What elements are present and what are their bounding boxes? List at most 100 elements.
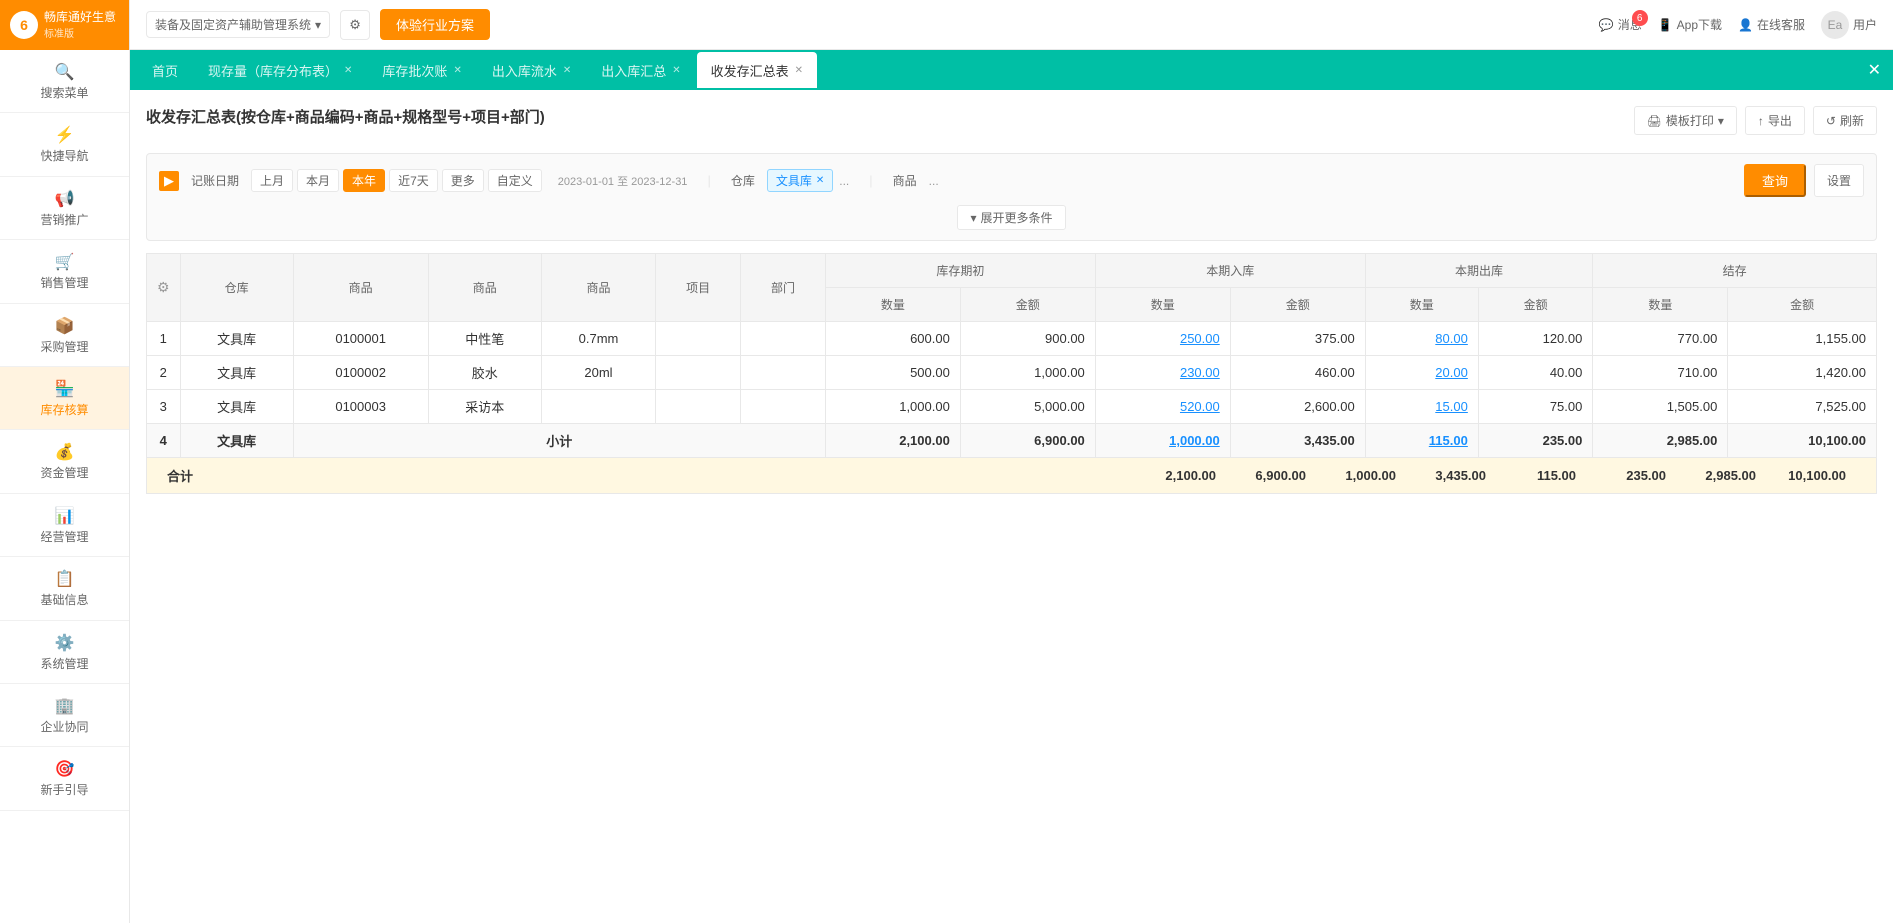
tab-close-inout-flow[interactable]: ✕ [563,65,571,76]
tab-home[interactable]: 首页 [138,52,192,88]
sidebar-item-inventory[interactable]: 🏪 库存核算 [0,367,129,430]
sidebar-item-label-enterprise: 企业协同 [40,720,88,734]
cell-in-qty[interactable]: 230.00 [1095,356,1230,390]
date-btn-本年[interactable]: 本年 [343,169,385,192]
sub-open-qty: 2,100.00 [825,424,960,458]
warehouse-filter: 文具库 ✕ ... [767,169,849,192]
cell-no: 2 [147,356,181,390]
tab-close-recv-send-summary[interactable]: ✕ [795,65,803,76]
system-title-select[interactable]: 装备及固定资产辅助管理系统 ▾ [146,11,330,38]
tab-inout-summary[interactable]: 出入库汇总✕ [587,52,694,88]
cell-dept [741,322,826,356]
cell-name: 胶水 [428,356,541,390]
expand-button[interactable]: ▾ 展开更多条件 [957,205,1065,230]
quick-nav-icon: ⚡ [55,125,75,145]
enterprise-icon: 🏢 [55,696,75,716]
sub-close-amt: 10,100.00 [1728,424,1877,458]
th-code: 商品 [293,254,428,322]
cell-in-amt: 2,600.00 [1230,390,1365,424]
cell-in-qty[interactable]: 250.00 [1095,322,1230,356]
filter-toggle[interactable]: ▶ [159,171,179,191]
th-close-amt: 金额 [1728,288,1877,322]
sidebar-item-marketing[interactable]: 📢 营销推广 [0,177,129,240]
sidebar-item-system[interactable]: ⚙️ 系统管理 [0,621,129,684]
cell-out-qty[interactable]: 20.00 [1365,356,1478,390]
content-wrapper: 收发存汇总表(按仓库+商品编码+商品+规格型号+项目+部门) 🖨 模板打印 ▾ … [130,90,1893,923]
tab-inventory-dist[interactable]: 现存量（库存分布表）✕ [194,52,366,88]
template-print-button[interactable]: 🖨 模板打印 ▾ [1634,106,1737,135]
goods-more[interactable]: ... [929,174,939,188]
system-title-text: 装备及固定资产辅助管理系统 [155,16,311,33]
top-bar-left: 装备及固定资产辅助管理系统 ▾ ⚙ 体验行业方案 [146,9,490,40]
tab-close-inout-summary[interactable]: ✕ [672,65,680,76]
date-btn-更多[interactable]: 更多 [442,169,484,192]
tab-batch[interactable]: 库存批次账✕ [368,52,475,88]
footer-in-qty: 1,000.00 [1326,468,1416,483]
top-bar: 装备及固定资产辅助管理系统 ▾ ⚙ 体验行业方案 💬 消息 6 📱 App下载 … [130,0,1893,50]
settings-button2[interactable]: 设置 [1814,164,1864,197]
warehouse-tag-text: 文具库 [776,172,812,189]
table-header: ⚙ 仓库 商品 商品 商品 项目 部门 库存期初 本期入库 本期出库 [147,254,1877,322]
sidebar: 6 畅库通好生意 标准版 🔍 搜索菜单 ⚡ 快捷导航 📢 营销推广 🛒 销售管理… [0,0,130,923]
cell-dept [741,390,826,424]
date-btn-自定义[interactable]: 自定义 [488,169,542,192]
sidebar-item-basic-info[interactable]: 📋 基础信息 [0,557,129,620]
user-menu[interactable]: Ea 用户 [1821,11,1877,39]
expand-label: 展开更多条件 [981,209,1053,226]
cell-project [656,390,741,424]
sidebar-item-label-sales: 销售管理 [40,276,88,290]
sidebar-item-label-operations: 经营管理 [40,530,88,544]
sidebar-item-label-system: 系统管理 [40,657,88,671]
footer-label: 合计 [157,466,377,485]
warehouse-tag-close[interactable]: ✕ [816,175,824,186]
tabs-close-all[interactable]: ✕ [1864,56,1885,84]
cell-close-amt: 1,155.00 [1728,322,1877,356]
cell-out-amt: 75.00 [1478,390,1593,424]
sidebar-item-purchase[interactable]: 📦 采购管理 [0,304,129,367]
footer-content: 合计 2,100.00 6,900.00 1,000.00 3,435.00 1… [157,466,1866,485]
basic-info-icon: 📋 [55,569,75,589]
top-right-actions: 🖨 模板打印 ▾ ↑ 导出 ↺ 刷新 [1634,106,1877,135]
tab-recv-send-summary[interactable]: 收发存汇总表✕ [697,52,817,88]
sidebar-item-label-quick-nav: 快捷导航 [40,149,88,163]
sidebar-item-operations[interactable]: 📊 经营管理 [0,494,129,557]
sidebar-item-label-marketing: 营销推广 [40,213,88,227]
warehouse-tag[interactable]: 文具库 ✕ [767,169,833,192]
tab-inout-flow[interactable]: 出入库流水✕ [478,52,585,88]
sidebar-item-quick-nav[interactable]: ⚡ 快捷导航 [0,113,129,176]
sidebar-item-finance[interactable]: 💰 资金管理 [0,430,129,493]
sidebar-item-enterprise[interactable]: 🏢 企业协同 [0,684,129,747]
cell-code: 0100003 [293,390,428,424]
cell-open-amt: 5,000.00 [960,390,1095,424]
message-button[interactable]: 💬 消息 6 [1599,16,1642,33]
sub-in-qty: 1,000.00 [1095,424,1230,458]
gear-icon[interactable]: ⚙ [157,279,170,295]
sidebar-item-search[interactable]: 🔍 搜索菜单 [0,50,129,113]
refresh-button[interactable]: ↺ 刷新 [1813,106,1877,135]
tab-close-batch[interactable]: ✕ [453,65,461,76]
tab-close-inventory-dist[interactable]: ✕ [344,65,352,76]
filter-row: ▶ 记账日期 上月本月本年近7天更多自定义 2023-01-01 至 2023-… [159,164,1864,197]
export-button[interactable]: ↑ 导出 [1745,106,1805,135]
sidebar-item-sales[interactable]: 🛒 销售管理 [0,240,129,303]
cell-name: 采访本 [428,390,541,424]
cell-in-qty[interactable]: 520.00 [1095,390,1230,424]
date-btn-上月[interactable]: 上月 [251,169,293,192]
sidebar-item-guide[interactable]: 🎯 新手引导 [0,747,129,810]
warehouse-label: 仓库 [731,172,755,189]
settings-button[interactable]: ⚙ [340,10,370,40]
warehouse-more[interactable]: ... [839,174,849,188]
cell-out-qty[interactable]: 80.00 [1365,322,1478,356]
app-download-button[interactable]: 📱 App下载 [1658,16,1722,33]
cell-out-qty[interactable]: 15.00 [1365,390,1478,424]
try-industry-button[interactable]: 体验行业方案 [380,9,490,40]
date-btn-近7天[interactable]: 近7天 [389,169,438,192]
query-button[interactable]: 查询 [1744,164,1806,197]
sub-label: 小计 [293,424,825,458]
cell-out-amt: 120.00 [1478,322,1593,356]
cell-open-qty: 500.00 [825,356,960,390]
date-btn-本月[interactable]: 本月 [297,169,339,192]
online-service-button[interactable]: 👤 在线客服 [1738,16,1805,33]
sidebar-item-label-search: 搜索菜单 [40,86,88,100]
data-table: ⚙ 仓库 商品 商品 商品 项目 部门 库存期初 本期入库 本期出库 [146,253,1877,458]
